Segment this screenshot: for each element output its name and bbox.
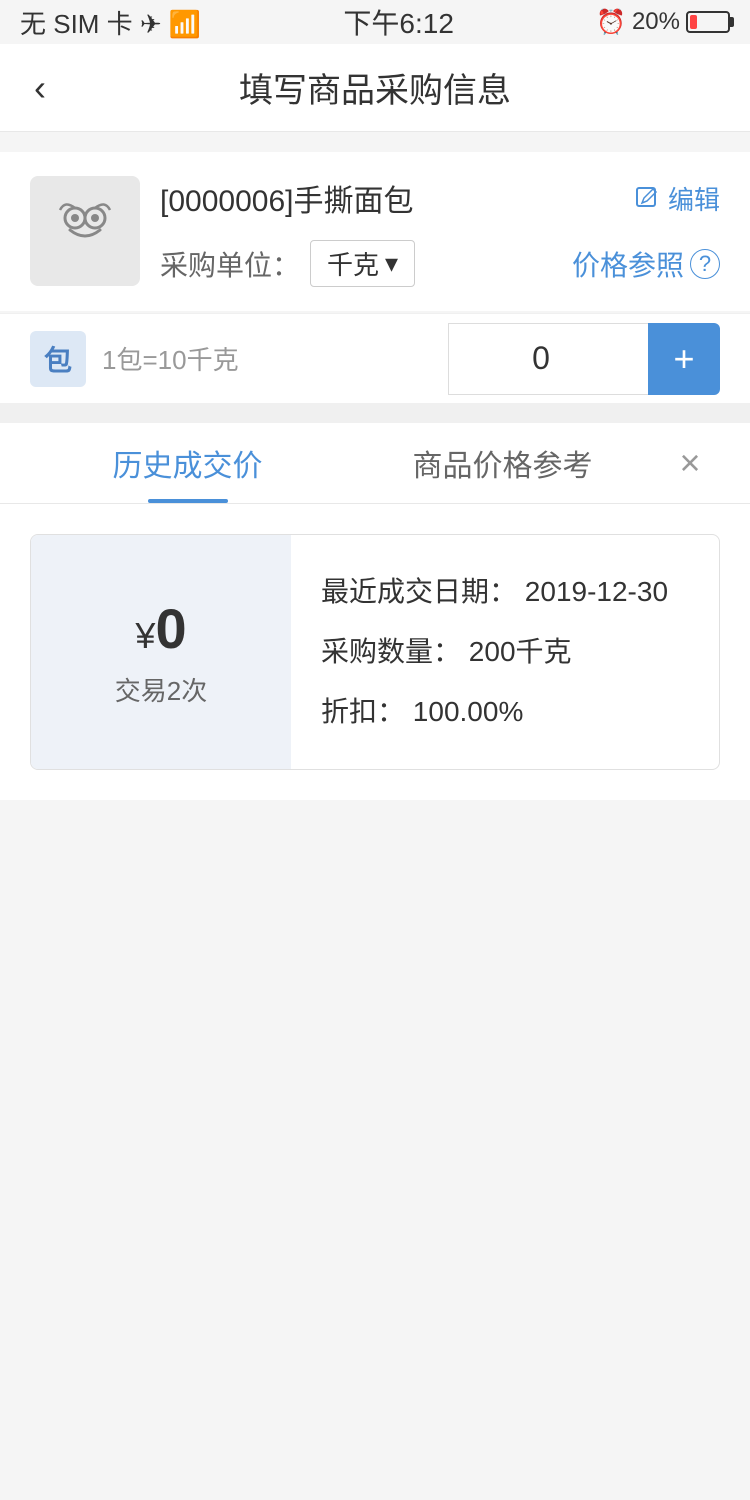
quantity-input[interactable] bbox=[448, 323, 648, 395]
quantity-section: 包 1包=10千克 + bbox=[0, 313, 750, 403]
edit-button[interactable]: 编辑 bbox=[634, 180, 720, 217]
purchase-qty-row: 采购数量： 200千克 bbox=[321, 631, 689, 673]
status-left: 无 SIM 卡 ✈ 📶 bbox=[20, 4, 201, 41]
price-card: ¥0 交易2次 最近成交日期： 2019-12-30 采购数量： 200千克 折… bbox=[30, 534, 720, 770]
price-details: 最近成交日期： 2019-12-30 采购数量： 200千克 折扣： 100.0… bbox=[291, 535, 719, 769]
quantity-plus-button[interactable]: + bbox=[648, 323, 720, 395]
tab-product-price-ref[interactable]: 商品价格参考 bbox=[345, 423, 660, 503]
product-image bbox=[30, 176, 140, 286]
price-content: ¥0 交易2次 最近成交日期： 2019-12-30 采购数量： 200千克 折… bbox=[0, 504, 750, 800]
unit-select[interactable]: 千克 ▾ bbox=[310, 240, 415, 287]
close-button[interactable]: × bbox=[660, 433, 720, 493]
recent-date-row: 最近成交日期： 2019-12-30 bbox=[321, 571, 689, 613]
unit-conversion: 1包=10千克 bbox=[102, 340, 239, 377]
product-header-row: [0000006]手撕面包 编辑 bbox=[160, 176, 720, 220]
unit-info: 包 1包=10千克 bbox=[30, 331, 239, 387]
qty-input-area: + bbox=[448, 323, 720, 395]
battery-percent: 20% bbox=[632, 8, 680, 36]
product-card: [0000006]手撕面包 编辑 采购单位： 千克 ▾ 价格参照 ? bbox=[0, 152, 750, 311]
price-trades: 交易2次 bbox=[115, 671, 207, 708]
chevron-down-icon: ▾ bbox=[385, 248, 398, 279]
tab-underline bbox=[148, 499, 228, 503]
battery-icon bbox=[686, 11, 730, 33]
unit-box: 包 bbox=[30, 331, 86, 387]
price-summary: ¥0 交易2次 bbox=[31, 535, 291, 769]
product-info: [0000006]手撕面包 编辑 采购单位： 千克 ▾ 价格参照 ? bbox=[160, 176, 720, 287]
product-thumbnail-icon bbox=[50, 190, 120, 272]
help-icon: ? bbox=[690, 249, 720, 279]
price-value: ¥0 bbox=[135, 596, 186, 661]
discount-row: 折扣： 100.00% bbox=[321, 691, 689, 733]
status-bar: 无 SIM 卡 ✈ 📶 下午6:12 ⏰ 20% bbox=[0, 0, 750, 44]
purchase-unit-label: 采购单位： bbox=[160, 244, 300, 284]
price-ref-button[interactable]: 价格参照 ? bbox=[572, 244, 720, 284]
section-divider bbox=[0, 403, 750, 423]
main-content-bg bbox=[0, 800, 750, 1500]
purchase-unit-row: 采购单位： 千克 ▾ 价格参照 ? bbox=[160, 240, 720, 287]
tab-history-price[interactable]: 历史成交价 bbox=[30, 423, 345, 503]
product-name: [0000006]手撕面包 bbox=[160, 176, 413, 220]
status-time: 下午6:12 bbox=[343, 2, 454, 42]
page-title: 填写商品采购信息 bbox=[239, 63, 511, 112]
page-header: ‹ 填写商品采购信息 bbox=[0, 44, 750, 132]
tab-bar: 历史成交价 商品价格参考 × bbox=[0, 423, 750, 504]
status-right: ⏰ 20% bbox=[596, 8, 730, 37]
signal-icon: ⏰ bbox=[596, 8, 626, 37]
back-button[interactable]: ‹ bbox=[24, 57, 56, 119]
